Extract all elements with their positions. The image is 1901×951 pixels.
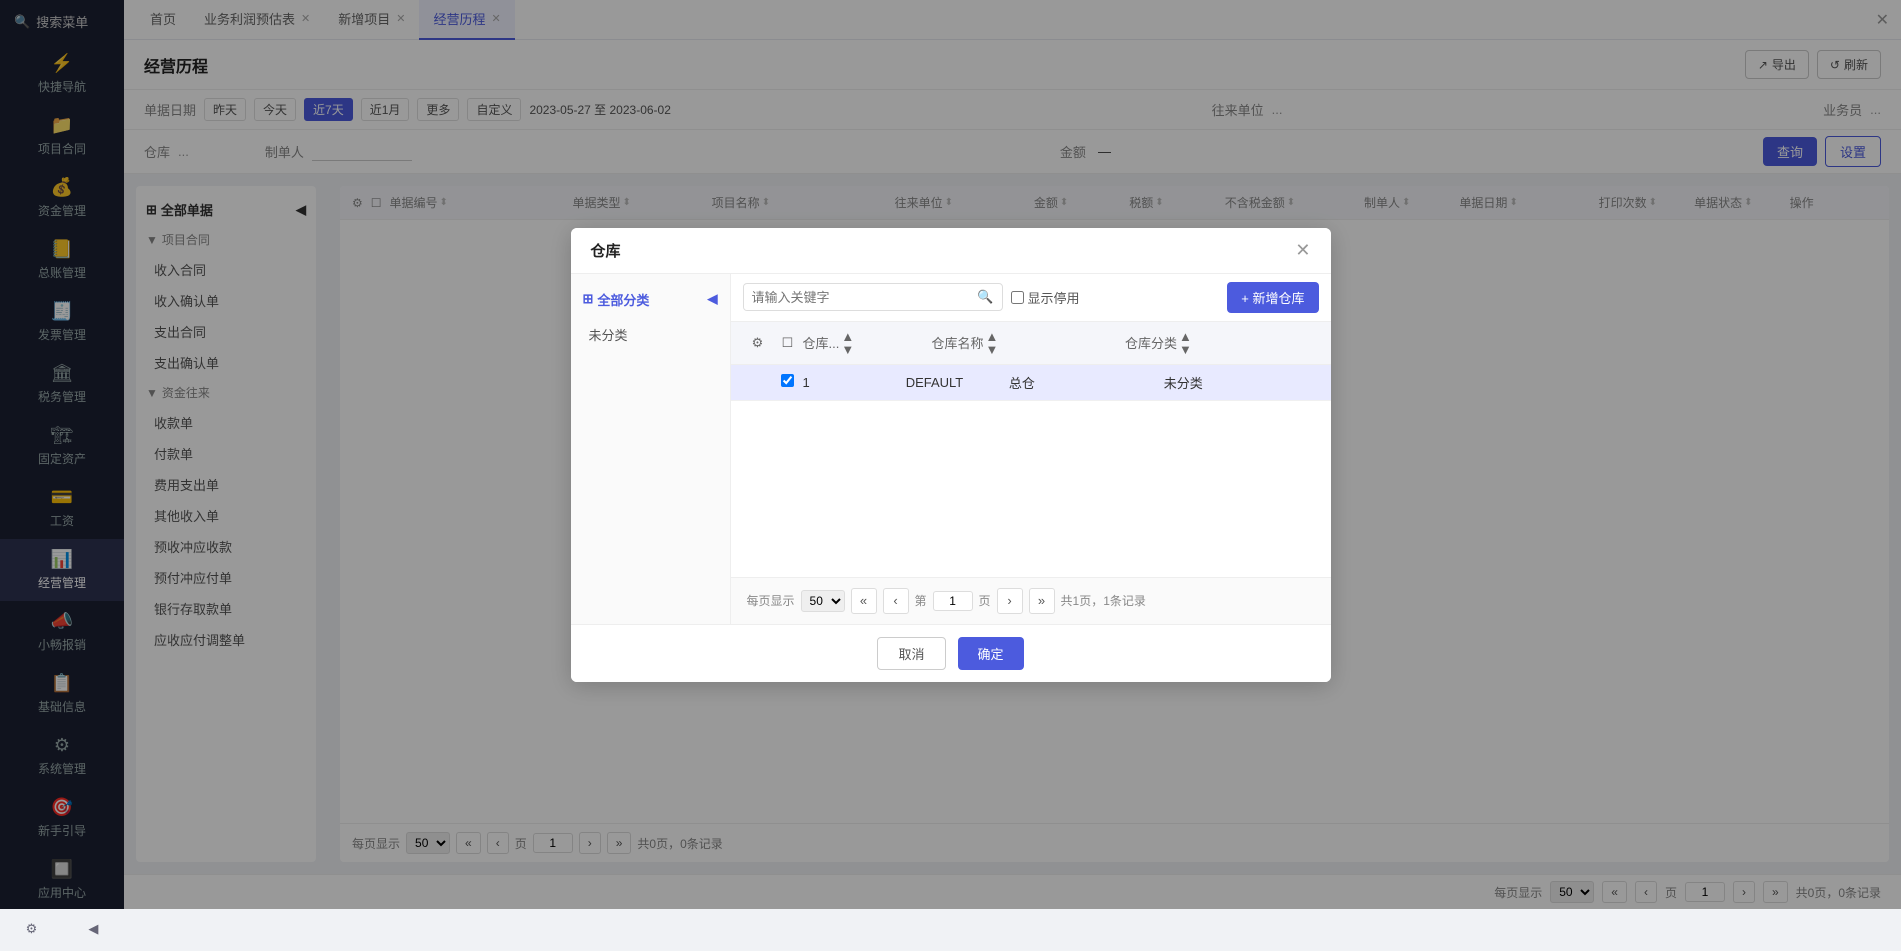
modal-table-header: ⚙ ☐ 仓库... ▲▼ 仓库名称 ▲▼ 仓库分类 ▲▼ (731, 322, 1331, 365)
modal-prev-btn[interactable]: ‹ (883, 588, 909, 614)
modal-title: 仓库 (591, 240, 621, 261)
table-spacer (731, 401, 1331, 577)
modal-toolbar: 🔍 显示停用 + 新增仓库 (731, 274, 1331, 322)
sidebar-bottom: ⚙ ◀ (0, 911, 124, 951)
settings-icon[interactable]: ⚙ (26, 921, 38, 937)
modal-footer: 每页显示 50 « ‹ 第 页 › » 共1页，1条记录 (731, 577, 1331, 624)
modal-col-check-all[interactable]: ☐ (773, 335, 803, 351)
modal-overlay: 仓库 ✕ ⊞ 全部分类 ◀ 未分类 (0, 0, 1901, 909)
modal-left-scroll: 未分类 (571, 317, 730, 352)
modal-table-row[interactable]: 1 DEFAULT 总仓 未分类 (731, 365, 1331, 401)
grid-icon-modal: ⊞ (583, 291, 594, 307)
add-warehouse-btn[interactable]: + 新增仓库 (1227, 282, 1318, 313)
row-name: 总仓 (1009, 373, 1164, 392)
modal-col-id: 仓库... ▲▼ (803, 330, 932, 356)
modal-left-header[interactable]: ⊞ 全部分类 ◀ (571, 282, 730, 317)
id-sort-icon[interactable]: ▲▼ (841, 330, 854, 356)
modal-last-btn[interactable]: » (1029, 588, 1055, 614)
row-checkbox[interactable] (773, 374, 803, 390)
cancel-button[interactable]: 取消 (877, 637, 945, 670)
modal-next-btn[interactable]: › (997, 588, 1023, 614)
modal-header: 仓库 ✕ (571, 228, 1331, 274)
modal-body: ⊞ 全部分类 ◀ 未分类 🔍 显示停用 (571, 274, 1331, 624)
modal-first-btn[interactable]: « (851, 588, 877, 614)
modal-total: 共1页，1条记录 (1061, 592, 1146, 609)
warehouse-modal: 仓库 ✕ ⊞ 全部分类 ◀ 未分类 (571, 228, 1331, 682)
show-disabled-check[interactable] (1011, 291, 1024, 304)
collapse-icon[interactable]: ◀ (88, 921, 98, 937)
modal-col-category: 仓库分类 ▲▼ (1125, 330, 1319, 356)
modal-col-setting-icon[interactable]: ⚙ (743, 335, 773, 351)
modal-actions: 取消 确定 (571, 624, 1331, 682)
row-code: DEFAULT (906, 375, 1009, 390)
category-sort-icon[interactable]: ▲▼ (1179, 330, 1192, 356)
modal-collapse-icon[interactable]: ◀ (708, 291, 718, 307)
confirm-button[interactable]: 确定 (958, 637, 1024, 670)
modal-col-name: 仓库名称 ▲▼ (932, 330, 1126, 356)
modal-right-panel: 🔍 显示停用 + 新增仓库 ⚙ ☐ 仓库... ▲▼ (731, 274, 1331, 624)
show-disabled-checkbox[interactable]: 显示停用 (1011, 288, 1080, 307)
modal-search-input[interactable] (744, 285, 970, 310)
modal-search-icon[interactable]: 🔍 (969, 284, 1001, 310)
row-id: 1 (803, 375, 906, 390)
name-sort-icon[interactable]: ▲▼ (986, 330, 999, 356)
modal-search-box: 🔍 (743, 283, 1003, 311)
row-category: 未分类 (1164, 373, 1319, 392)
modal-close-btn[interactable]: ✕ (1295, 240, 1310, 261)
modal-left-panel: ⊞ 全部分类 ◀ 未分类 (571, 274, 731, 624)
modal-pagination: 每页显示 50 « ‹ 第 页 › » 共1页，1条记录 (747, 588, 1146, 614)
row-check-input[interactable] (781, 374, 794, 387)
modal-page-input[interactable] (933, 591, 973, 611)
modal-per-page-select[interactable]: 50 (801, 590, 845, 612)
modal-category-unclassified[interactable]: 未分类 (571, 317, 730, 352)
